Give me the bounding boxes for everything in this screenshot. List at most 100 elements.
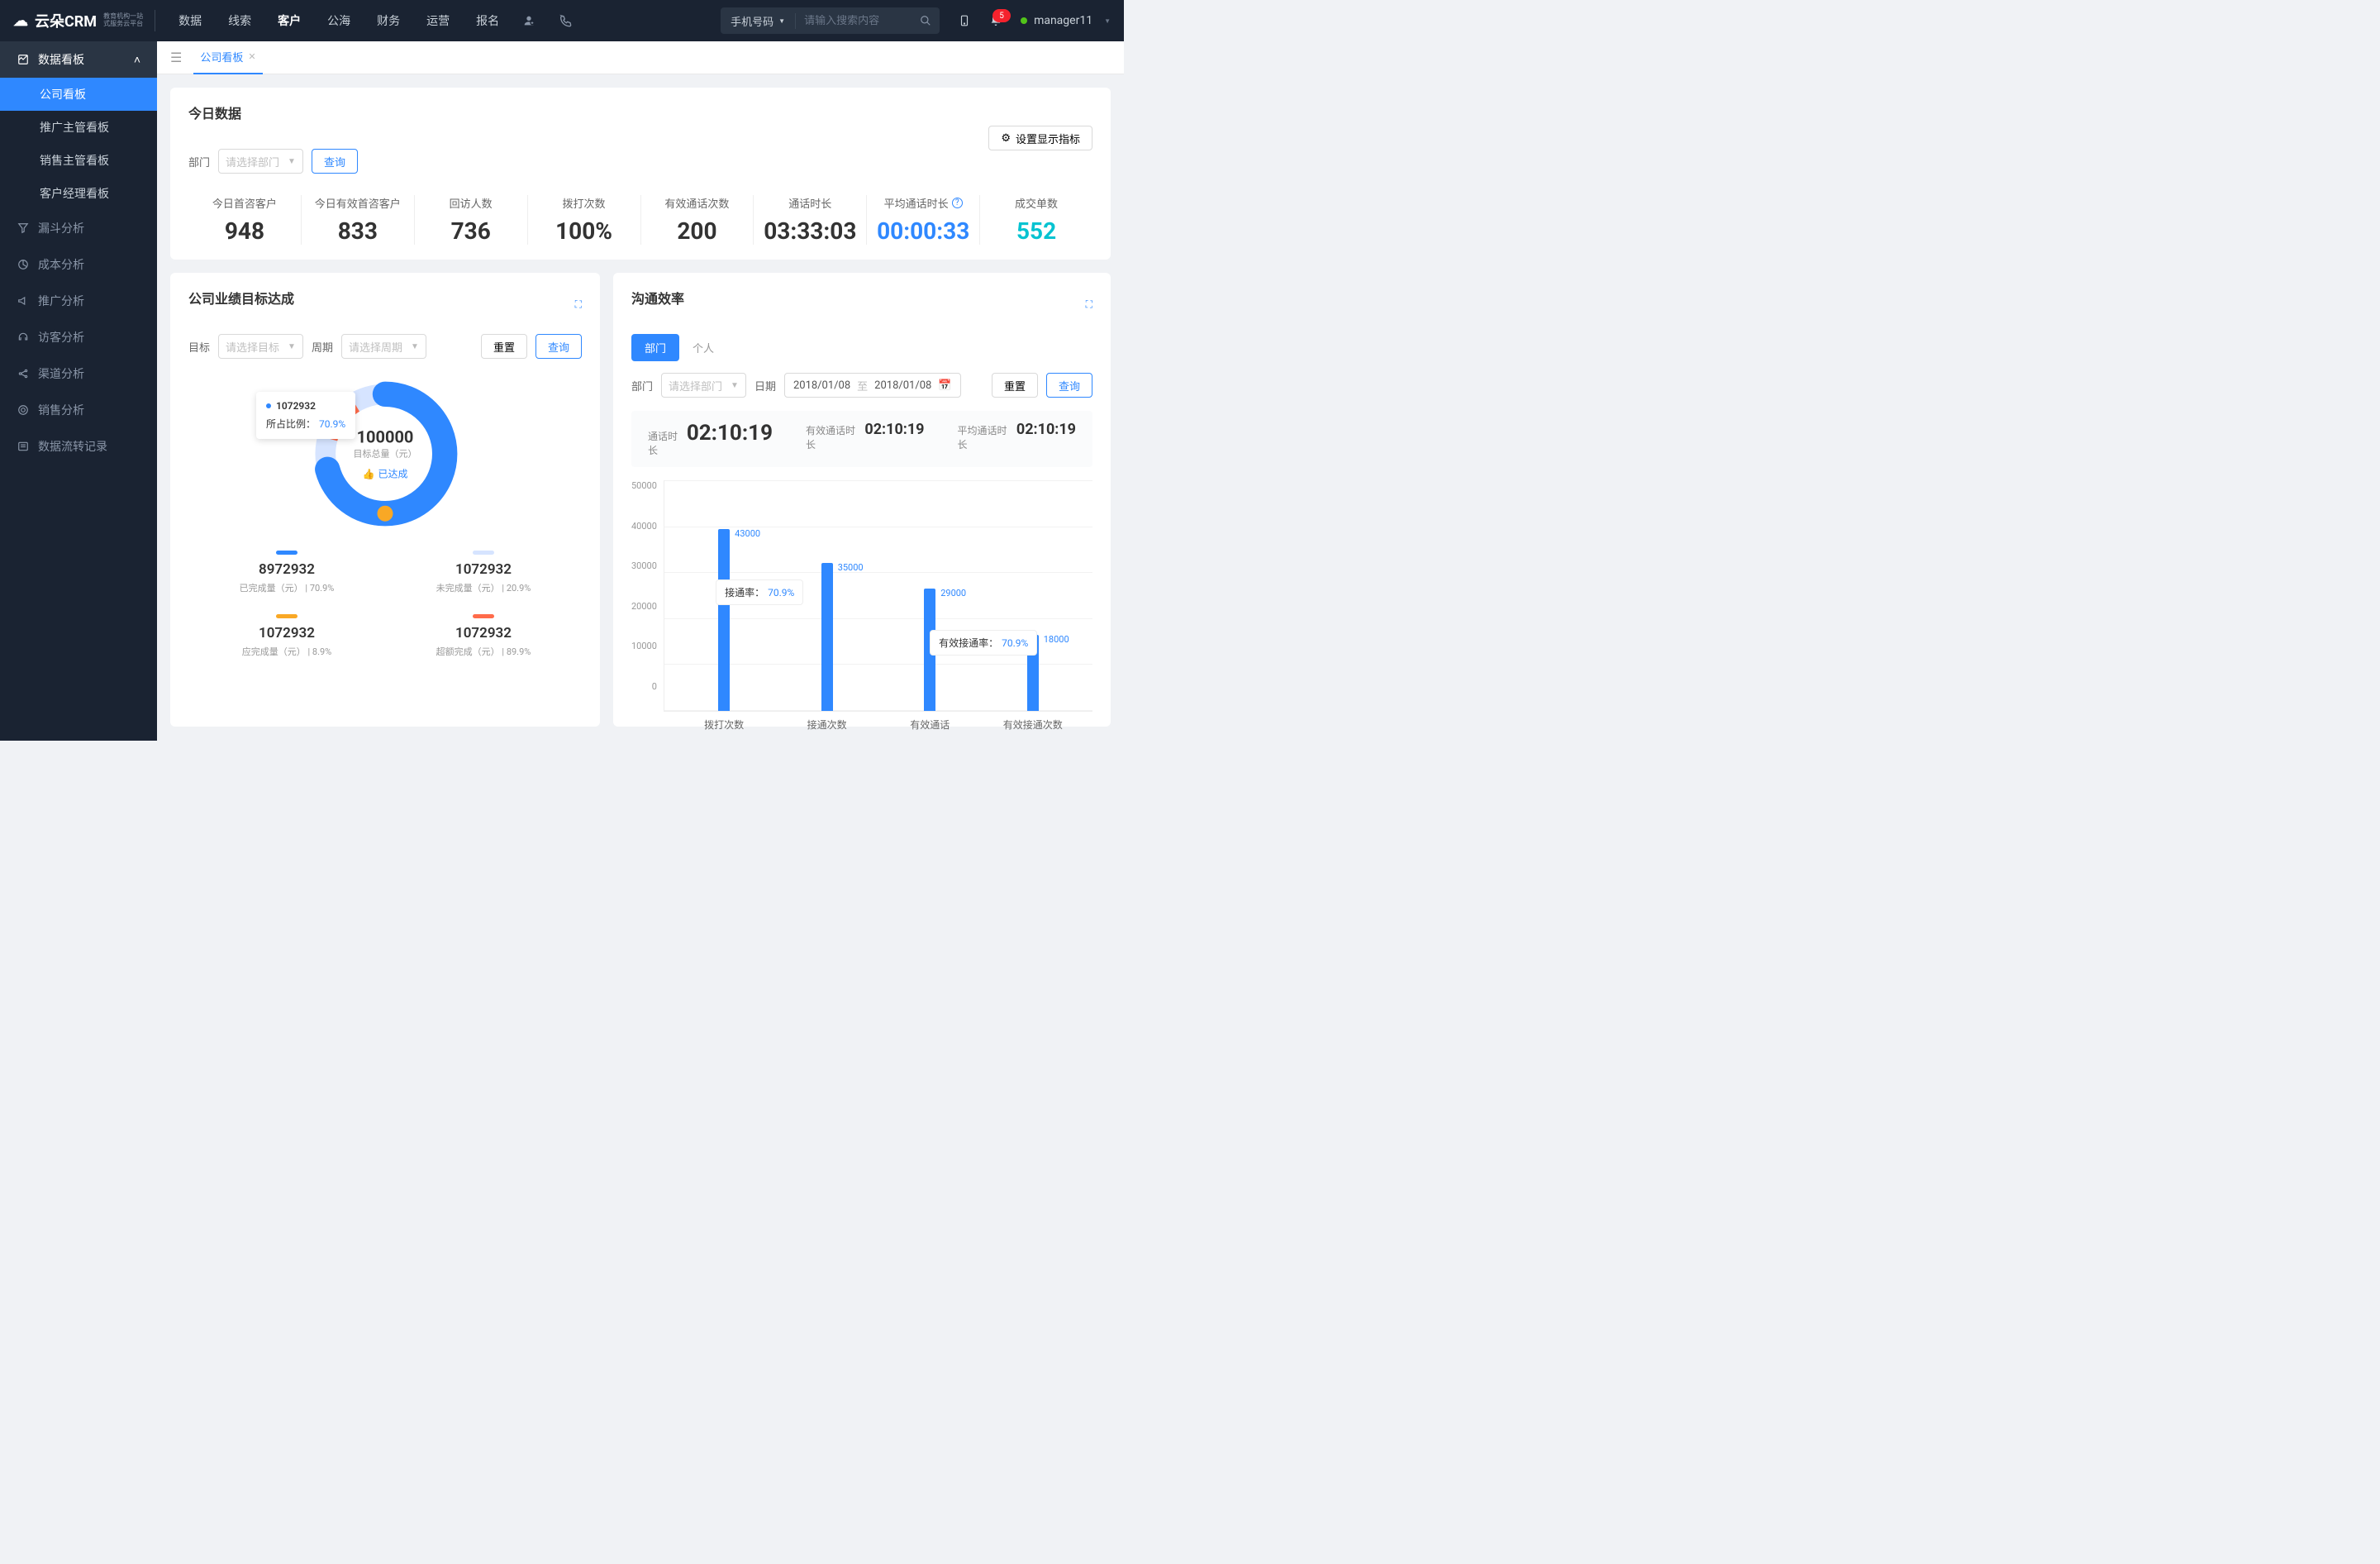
donut-status: 👍已达成 — [354, 467, 417, 481]
stat-item: 通话时长02:10:19 — [648, 421, 773, 457]
comm-query-button[interactable]: 查询 — [1046, 373, 1092, 398]
target-select[interactable]: 请选择目标▼ — [218, 334, 303, 359]
nav-customers[interactable]: 客户 — [278, 12, 301, 29]
kpi: 通话时长03:33:03 — [754, 195, 867, 245]
nav-ops[interactable]: 运营 — [426, 12, 450, 29]
donut-tooltip: 1072932 所占比例：70.9% — [256, 392, 355, 439]
target-icon — [17, 403, 30, 417]
hamburger-icon[interactable]: ☰ — [170, 50, 182, 65]
today-title: 今日数据 — [188, 103, 358, 122]
sidebar-sales[interactable]: 销售分析 — [0, 392, 157, 428]
search-type-select[interactable]: 手机号码▼ — [721, 13, 796, 29]
sidebar-promo[interactable]: 推广分析 — [0, 283, 157, 319]
kpi: 平均通话时长?00:00:33 — [867, 195, 980, 245]
nav-enroll[interactable]: 报名 — [476, 12, 499, 29]
donut-value: 100000 — [354, 427, 417, 447]
headset-icon — [17, 331, 30, 344]
seg-person[interactable]: 个人 — [679, 334, 727, 361]
comm-title: 沟通效率 — [631, 288, 684, 308]
workspace-tabs: ☰ 公司看板✕ — [157, 41, 1124, 74]
close-icon[interactable]: ✕ — [248, 51, 255, 62]
kpi: 今日首咨客户948 — [188, 195, 302, 245]
donut-sub: 目标总量（元） — [354, 447, 417, 460]
today-card: 今日数据 部门 请选择部门▼ 查询 ⚙设置显示指标 今日首咨客户948今日有效首… — [170, 88, 1111, 260]
kpi: 回访人数736 — [415, 195, 528, 245]
settings-button[interactable]: ⚙设置显示指标 — [988, 126, 1092, 150]
search-input[interactable] — [796, 15, 912, 27]
global-search: 手机号码▼ — [721, 7, 940, 34]
annotation: 有效接通率：70.9% — [930, 630, 1037, 656]
stat-item: 有效通话时长02:10:19 — [806, 421, 925, 457]
sidebar-cost[interactable]: 成本分析 — [0, 246, 157, 283]
bar-group: 43000拨打次数 — [683, 529, 765, 711]
dashboard-icon — [17, 53, 30, 66]
sidebar-visitor[interactable]: 访客分析 — [0, 319, 157, 355]
donut-chart: 100000 目标总量（元） 👍已达成 1072932 所占比例：70.9% — [188, 375, 582, 532]
tab-company[interactable]: 公司看板✕ — [193, 41, 262, 74]
legend-item: 8972932已完成量（元） | 70.9% — [188, 541, 385, 604]
nav-data[interactable]: 数据 — [178, 12, 202, 29]
maximize-icon[interactable]: ⛶ — [1086, 298, 1092, 311]
kpi: 有效通话次数200 — [641, 195, 754, 245]
gear-icon: ⚙ — [1001, 132, 1011, 145]
sidebar-item-company[interactable]: 公司看板 — [0, 78, 157, 111]
bar-plot: 43000拨打次数35000接通次数29000有效通话18000有效接通次数接通… — [664, 480, 1092, 712]
sidebar-group-dashboard[interactable]: 数据看板 ˄ — [0, 41, 157, 78]
kpi: 拨打次数100% — [528, 195, 641, 245]
kpi: 今日有效首咨客户833 — [302, 195, 415, 245]
nav-sea[interactable]: 公海 — [327, 12, 350, 29]
bar-chart: 50000400003000020000100000 43000拨打次数3500… — [631, 480, 1092, 712]
comm-date-label: 日期 — [754, 378, 776, 393]
goal-card: 公司业绩目标达成 ⛶ 目标 请选择目标▼ 周期 请选择周期▼ 重置 查询 — [170, 273, 600, 727]
goal-legend: 8972932已完成量（元） | 70.9%1072932未完成量（元） | 2… — [188, 541, 582, 668]
main-nav: 数据 线索 客户 公海 财务 运营 报名 — [178, 12, 499, 29]
legend-item: 1072932超额完成（元） | 89.9% — [385, 604, 582, 668]
sidebar-item-sales-mgr[interactable]: 销售主管看板 — [0, 144, 157, 177]
target-label: 目标 — [188, 339, 210, 355]
logo: ☁云朵CRM 教育机构一站式服务云平台 — [13, 10, 155, 31]
date-range-input[interactable]: 2018/01/08至2018/01/08 📅 — [784, 373, 961, 398]
chevron-up-icon: ˄ — [134, 53, 140, 67]
nav-finance[interactable]: 财务 — [377, 12, 400, 29]
sidebar-flow[interactable]: 数据流转记录 — [0, 428, 157, 465]
comm-dept-label: 部门 — [631, 378, 653, 393]
y-axis: 50000400003000020000100000 — [631, 480, 664, 712]
help-icon[interactable]: ? — [952, 198, 963, 208]
comm-reset-button[interactable]: 重置 — [992, 373, 1038, 398]
comm-stats: 通话时长02:10:19 有效通话时长02:10:19 平均通话时长02:10:19 — [631, 411, 1092, 467]
mobile-icon[interactable] — [958, 14, 971, 27]
funnel-icon — [17, 222, 30, 235]
dept-select[interactable]: 请选择部门▼ — [218, 149, 303, 174]
maximize-icon[interactable]: ⛶ — [575, 298, 582, 311]
today-query-button[interactable]: 查询 — [312, 149, 358, 174]
sidebar-item-account-mgr[interactable]: 客户经理看板 — [0, 177, 157, 210]
period-label: 周期 — [312, 339, 333, 355]
stat-item: 平均通话时长02:10:19 — [958, 421, 1077, 457]
sidebar-funnel[interactable]: 漏斗分析 — [0, 210, 157, 246]
annotation: 接通率：70.9% — [716, 579, 803, 605]
add-user-icon[interactable] — [522, 14, 536, 27]
goal-title: 公司业绩目标达成 — [188, 288, 294, 308]
goal-reset-button[interactable]: 重置 — [481, 334, 527, 359]
seg-dept[interactable]: 部门 — [631, 334, 679, 361]
nav-leads[interactable]: 线索 — [228, 12, 251, 29]
calendar-icon: 📅 — [938, 379, 951, 392]
goal-query-button[interactable]: 查询 — [536, 334, 582, 359]
legend-item: 1072932应完成量（元） | 8.9% — [188, 604, 385, 668]
bell-icon[interactable] — [989, 14, 1002, 27]
top-header: ☁云朵CRM 教育机构一站式服务云平台 数据 线索 客户 公海 财务 运营 报名… — [0, 0, 1124, 41]
kpi-row: 今日首咨客户948今日有效首咨客户833回访人数736拨打次数100%有效通话次… — [188, 187, 1092, 245]
period-select[interactable]: 请选择周期▼ — [341, 334, 426, 359]
comm-dept-select[interactable]: 请选择部门▼ — [661, 373, 746, 398]
dept-label: 部门 — [188, 154, 210, 169]
sidebar: 数据看板 ˄ 公司看板 推广主管看板 销售主管看板 客户经理看板 漏斗分析 成本… — [0, 41, 157, 741]
phone-icon[interactable] — [559, 14, 572, 27]
sidebar-channel[interactable]: 渠道分析 — [0, 355, 157, 392]
sidebar-item-promo-mgr[interactable]: 推广主管看板 — [0, 111, 157, 144]
user-menu[interactable]: manager11▼ — [1021, 14, 1111, 27]
search-button[interactable] — [912, 7, 940, 34]
comm-card: 沟通效率 ⛶ 部门 个人 部门 请选择部门▼ 日期 2018/01/08至201… — [613, 273, 1111, 727]
legend-item: 1072932未完成量（元） | 20.9% — [385, 541, 582, 604]
share-icon — [17, 367, 30, 380]
status-dot — [1021, 17, 1027, 24]
